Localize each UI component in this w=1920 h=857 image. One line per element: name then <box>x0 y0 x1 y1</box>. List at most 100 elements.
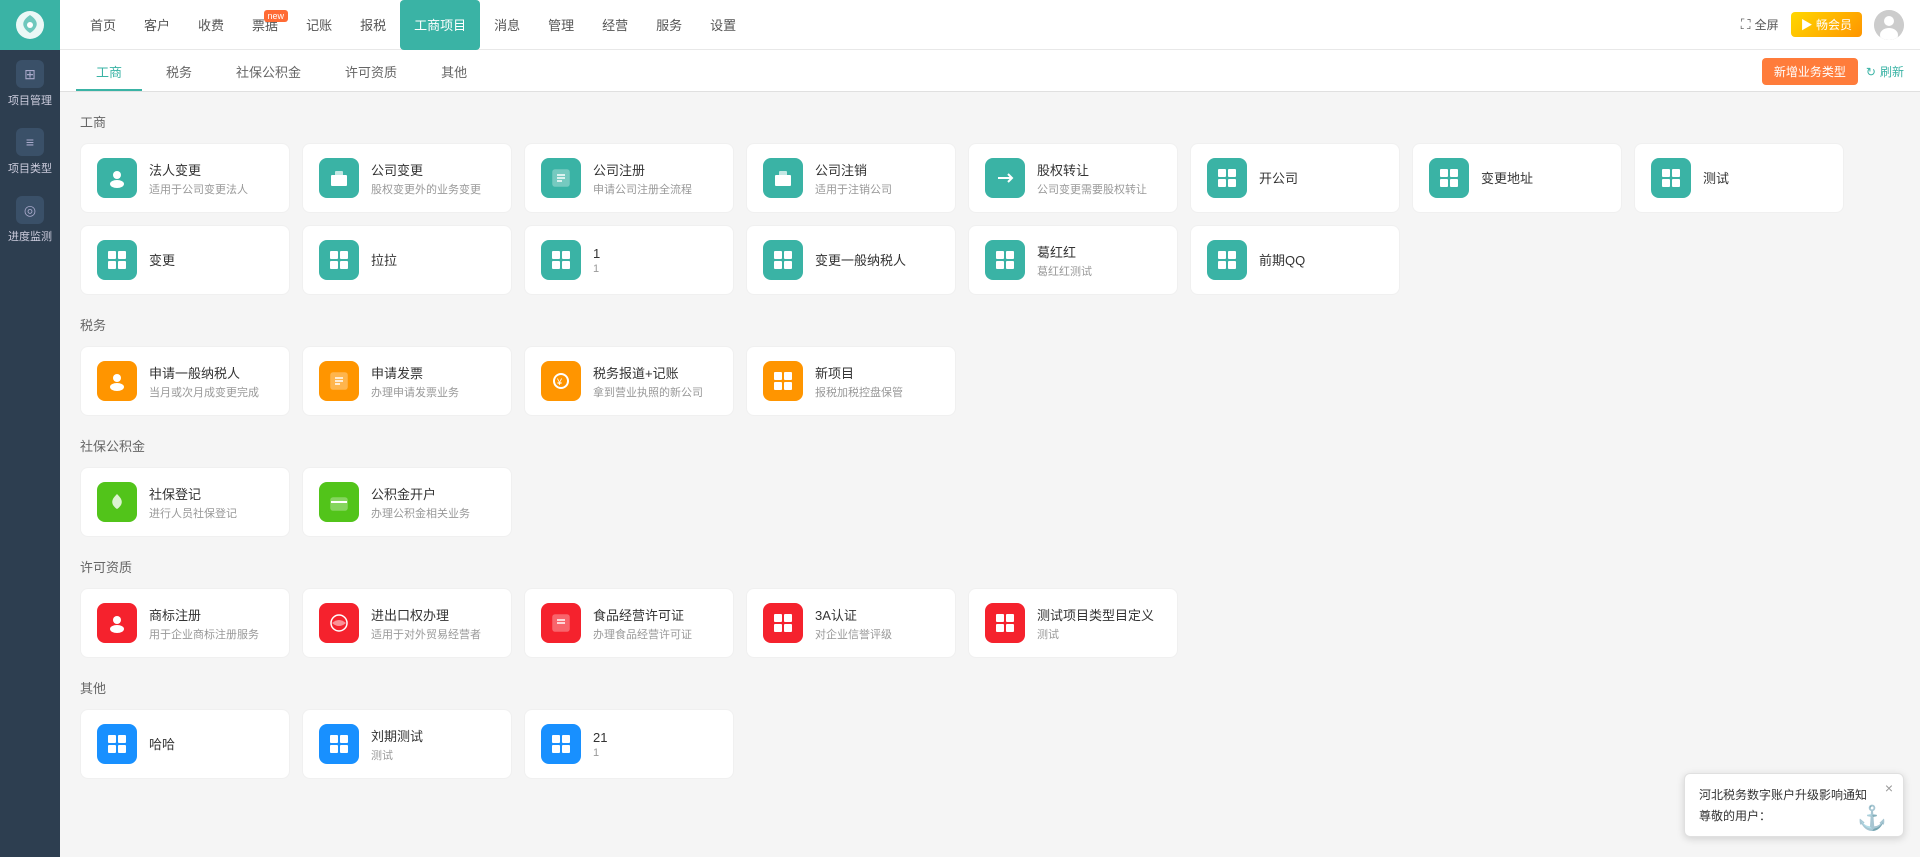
card-lala[interactable]: 拉拉 <box>302 225 512 295</box>
nav-service[interactable]: 服务 <box>642 0 696 50</box>
equity-transfer-info: 股权转让 公司变更需要股权转让 <box>1037 160 1147 197</box>
card-new-project[interactable]: 新项目 报税加税控盘保管 <box>746 346 956 416</box>
apply-invoice-icon <box>319 361 359 401</box>
nav-right: ⛶ 全屏 ▶ 畅会员 <box>1741 10 1904 40</box>
nav-ticket[interactable]: 票据 new <box>238 0 292 50</box>
tab-social-security[interactable]: 社保公积金 <box>216 54 321 91</box>
card-change[interactable]: 变更 <box>80 225 290 295</box>
import-export-icon <box>319 603 359 643</box>
nav-billing[interactable]: 收费 <box>184 0 238 50</box>
open-company-info: 开公司 <box>1259 168 1298 189</box>
nav-accounting[interactable]: 记账 <box>292 0 346 50</box>
card-twentyone[interactable]: 21 1 <box>524 709 734 779</box>
company-change-info: 公司变更 股权变更外的业务变更 <box>371 160 481 197</box>
tab-other[interactable]: 其他 <box>421 54 487 91</box>
card-test[interactable]: 测试 <box>1634 143 1844 213</box>
gehonghong-info: 葛红红 葛红红测试 <box>1037 242 1092 279</box>
card-trademark-register[interactable]: 商标注册 用于企业商标注册服务 <box>80 588 290 658</box>
tax-cards-grid: 申请一般纳税人 当月或次月成变更完成 申请发票 办理申请发票业务 ¥ <box>80 346 1900 416</box>
change-tax-info: 变更一般纳税人 <box>815 250 906 271</box>
card-social-register[interactable]: 社保登记 进行人员社保登记 <box>80 467 290 537</box>
sidebar-item-project-mgmt[interactable]: ⊞ 项目管理 <box>0 50 60 118</box>
lala-info: 拉拉 <box>371 250 397 271</box>
nav-biz-project[interactable]: 工商项目 <box>400 0 480 50</box>
one-icon <box>541 240 581 280</box>
card-equity-transfer[interactable]: 股权转让 公司变更需要股权转让 <box>968 143 1178 213</box>
card-food-license[interactable]: 食品经营许可证 办理食品经营许可证 <box>524 588 734 658</box>
notification-decorative-icon: ⚓ <box>1857 804 1887 833</box>
card-tax-report-accounting[interactable]: ¥ 税务报道+记账 拿到营业执照的新公司 <box>524 346 734 416</box>
card-gehonghong[interactable]: 葛红红 葛红红测试 <box>968 225 1178 295</box>
nav-operate[interactable]: 经营 <box>588 0 642 50</box>
sidebar-logo <box>0 0 60 50</box>
user-avatar[interactable] <box>1874 10 1904 40</box>
company-register-info: 公司注册 申请公司注册全流程 <box>593 160 692 197</box>
card-change-address[interactable]: 变更地址 <box>1412 143 1622 213</box>
qiqiQQ-info: 前期QQ <box>1259 250 1305 271</box>
twentyone-icon <box>541 724 581 764</box>
change-tax-icon <box>763 240 803 280</box>
nav-message[interactable]: 消息 <box>480 0 534 50</box>
card-import-export[interactable]: 进出口权办理 适用于对外贸易经营者 <box>302 588 512 658</box>
sidebar-item-progress-monitor[interactable]: ◎ 进度监测 <box>0 186 60 254</box>
add-type-button[interactable]: 新增业务类型 <box>1762 58 1858 85</box>
sidebar: ⊞ 项目管理 ≡ 项目类型 ◎ 进度监测 <box>0 0 60 857</box>
tab-license[interactable]: 许可资质 <box>325 54 417 91</box>
section-title-license: 许可资质 <box>80 557 1900 576</box>
tab-tax[interactable]: 税务 <box>146 54 212 91</box>
card-open-company[interactable]: 开公司 <box>1190 143 1400 213</box>
progress-monitor-icon: ◎ <box>16 196 44 224</box>
notification-title: 河北税务数字账户升级影响通知 <box>1699 786 1867 803</box>
fullscreen-btn[interactable]: ⛶ 全屏 <box>1741 16 1779 33</box>
haha-icon <box>97 724 137 764</box>
section-title-industry: 工商 <box>80 112 1900 131</box>
tab-actions: 新增业务类型 ↻ 刷新 <box>1762 58 1904 91</box>
card-apply-general-tax[interactable]: 申请一般纳税人 当月或次月成变更完成 <box>80 346 290 416</box>
member-button[interactable]: ▶ 畅会员 <box>1791 12 1862 37</box>
card-one[interactable]: 1 1 <box>524 225 734 295</box>
food-license-icon <box>541 603 581 643</box>
scroll-area: 工商 法人变更 适用于公司变更法人 <box>60 92 1920 857</box>
project-mgmt-icon: ⊞ <box>16 60 44 88</box>
ticket-badge: new <box>264 10 289 22</box>
test-info: 测试 <box>1703 168 1729 189</box>
change-address-icon <box>1429 158 1469 198</box>
test-icon <box>1651 158 1691 198</box>
gehonghong-icon <box>985 240 1025 280</box>
change-address-info: 变更地址 <box>1481 168 1533 189</box>
card-haha[interactable]: 哈哈 <box>80 709 290 779</box>
refresh-button[interactable]: ↻ 刷新 <box>1866 63 1904 80</box>
card-3a-cert[interactable]: 3A认证 对企业信誉评级 <box>746 588 956 658</box>
notification-close-button[interactable]: × <box>1885 780 1893 796</box>
new-project-icon <box>763 361 803 401</box>
nav-tax[interactable]: 报税 <box>346 0 400 50</box>
main-area: 首页 客户 收费 票据 new 记账 报税 工商项目 消息 管理 经营 服务 设… <box>60 0 1920 857</box>
equity-transfer-icon <box>985 158 1025 198</box>
nav-home[interactable]: 首页 <box>76 0 130 50</box>
industry-cards-grid: 法人变更 适用于公司变更法人 公司变更 股权变更外的业务变更 <box>80 143 1900 295</box>
card-qiqiQQ[interactable]: 前期QQ <box>1190 225 1400 295</box>
tab-industry[interactable]: 工商 <box>76 54 142 91</box>
card-liuqiceshi[interactable]: 刘期测试 测试 <box>302 709 512 779</box>
card-fund-account[interactable]: 公积金开户 办理公积金相关业务 <box>302 467 512 537</box>
card-apply-invoice[interactable]: 申请发票 办理申请发票业务 <box>302 346 512 416</box>
legal-change-icon <box>97 158 137 198</box>
section-title-social: 社保公积金 <box>80 436 1900 455</box>
card-test-type-define[interactable]: 测试项目类型目定义 测试 <box>968 588 1178 658</box>
open-company-icon <box>1207 158 1247 198</box>
other-cards-grid: 哈哈 刘期测试 测试 <box>80 709 1900 779</box>
member-icon: ▶ <box>1801 18 1813 32</box>
nav-manage[interactable]: 管理 <box>534 0 588 50</box>
nav-client[interactable]: 客户 <box>130 0 184 50</box>
nav-settings[interactable]: 设置 <box>696 0 750 50</box>
sidebar-item-project-type[interactable]: ≡ 项目类型 <box>0 118 60 186</box>
card-legal-change[interactable]: 法人变更 适用于公司变更法人 <box>80 143 290 213</box>
company-cancel-icon <box>763 158 803 198</box>
card-company-cancel[interactable]: 公司注销 适用于注销公司 <box>746 143 956 213</box>
notification-body: 尊敬的用户： <box>1699 807 1867 824</box>
card-company-register[interactable]: 公司注册 申请公司注册全流程 <box>524 143 734 213</box>
refresh-icon: ↻ <box>1866 65 1876 79</box>
qiqiQQ-icon <box>1207 240 1247 280</box>
card-company-change[interactable]: 公司变更 股权变更外的业务变更 <box>302 143 512 213</box>
card-change-tax[interactable]: 变更一般纳税人 <box>746 225 956 295</box>
